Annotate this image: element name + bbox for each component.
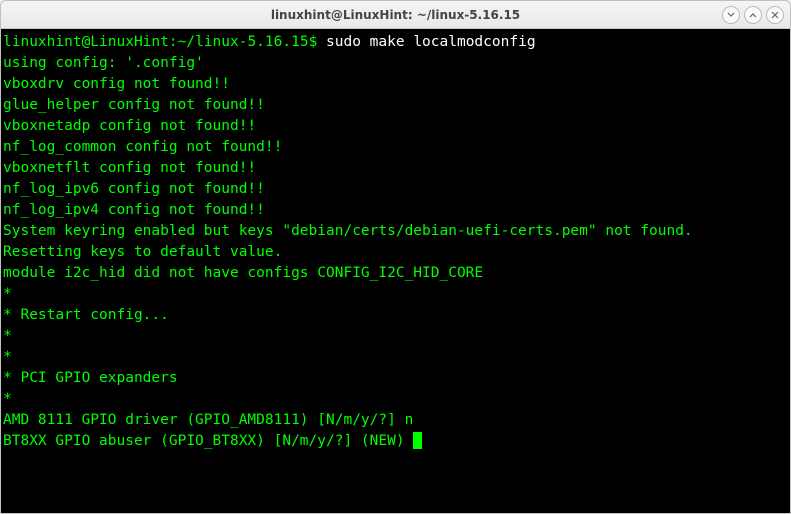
prompt-separator: : bbox=[169, 34, 178, 50]
prompt-symbol: $ bbox=[309, 34, 318, 50]
output-line: vboxnetadp config not found!! bbox=[3, 118, 256, 134]
cursor bbox=[413, 432, 422, 449]
output-line: * bbox=[3, 391, 12, 407]
titlebar: linuxhint@LinuxHint: ~/linux-5.16.15 bbox=[1, 1, 790, 29]
output-line: * bbox=[3, 349, 12, 365]
output-line: System keyring enabled but keys "debian/… bbox=[3, 223, 693, 239]
output-line: module i2c_hid did not have configs CONF… bbox=[3, 265, 483, 281]
current-prompt-line: BT8XX GPIO abuser (GPIO_BT8XX) [N/m/y/?]… bbox=[3, 433, 413, 449]
maximize-icon bbox=[748, 10, 758, 20]
output-line: nf_log_common config not found!! bbox=[3, 139, 282, 155]
window-title: linuxhint@LinuxHint: ~/linux-5.16.15 bbox=[271, 8, 520, 22]
close-button[interactable] bbox=[766, 6, 784, 24]
output-line: Resetting keys to default value. bbox=[3, 244, 282, 260]
output-line: vboxdrv config not found!! bbox=[3, 76, 230, 92]
command-text: sudo make localmodconfig bbox=[326, 34, 536, 50]
output-line: nf_log_ipv6 config not found!! bbox=[3, 181, 265, 197]
minimize-button[interactable] bbox=[722, 6, 740, 24]
output-line: vboxnetflt config not found!! bbox=[3, 160, 256, 176]
prompt-user-host: linuxhint@LinuxHint bbox=[3, 34, 169, 50]
output-line: glue_helper config not found!! bbox=[3, 97, 265, 113]
prompt-path: ~/linux-5.16.15 bbox=[178, 34, 309, 50]
maximize-button[interactable] bbox=[744, 6, 762, 24]
output-line: * PCI GPIO expanders bbox=[3, 370, 178, 386]
terminal-body[interactable]: linuxhint@LinuxHint:~/linux-5.16.15$ sud… bbox=[1, 29, 790, 513]
output-line: using config: '.config' bbox=[3, 55, 204, 71]
terminal-window: linuxhint@LinuxHint: ~/linux-5.16.15 lin… bbox=[0, 0, 791, 514]
output-line: * bbox=[3, 286, 12, 302]
window-controls bbox=[722, 6, 784, 24]
close-icon bbox=[770, 10, 780, 20]
output-line: AMD 8111 GPIO driver (GPIO_AMD8111) [N/m… bbox=[3, 412, 413, 428]
output-line: * Restart config... bbox=[3, 307, 169, 323]
output-line: * bbox=[3, 328, 12, 344]
minimize-icon bbox=[726, 10, 736, 20]
output-line: nf_log_ipv4 config not found!! bbox=[3, 202, 265, 218]
